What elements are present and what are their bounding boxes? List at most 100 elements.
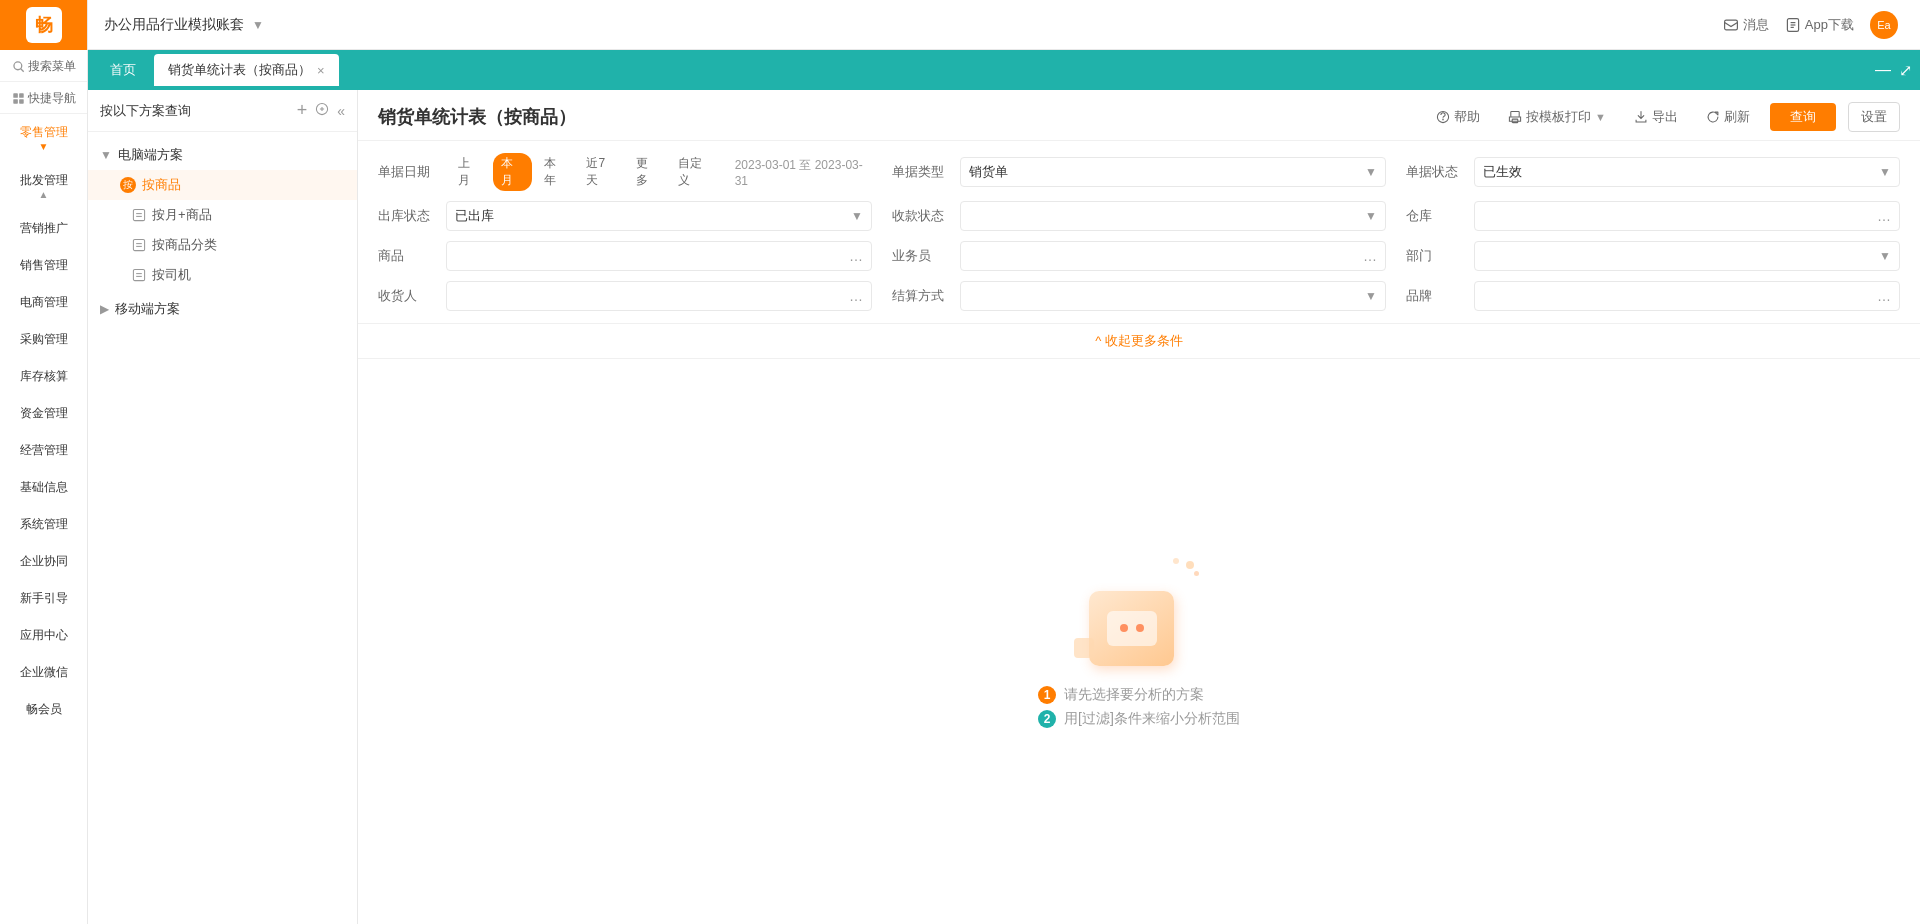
tree-item-product-label: 按商品	[142, 176, 181, 194]
minimize-button[interactable]: —	[1875, 61, 1891, 80]
industry-dropdown-icon[interactable]: ▼	[252, 18, 264, 32]
query-button[interactable]: 查询	[1770, 103, 1836, 131]
quick-nav-item[interactable]: 快捷导航	[0, 82, 87, 114]
doc-type-control[interactable]: 销货单 ▼	[960, 157, 1386, 187]
tree-item-product-category[interactable]: 按商品分类	[88, 230, 357, 260]
template-print-button[interactable]: 按模板打印 ▼	[1500, 104, 1614, 130]
receiver-control[interactable]: …	[446, 281, 872, 311]
tab-close-icon[interactable]: ×	[317, 63, 325, 78]
sidebar-item-retail[interactable]: 零售管理 ▼	[0, 114, 87, 162]
date-tab-7days[interactable]: 近7天	[578, 153, 623, 191]
salesperson-dots-icon[interactable]: …	[1363, 248, 1377, 264]
help-button[interactable]: 帮助	[1428, 104, 1488, 130]
tab-active[interactable]: 销货单统计表（按商品） ×	[154, 54, 339, 86]
doc-status-dropdown-icon: ▼	[1879, 165, 1891, 179]
page-actions: 帮助 按模板打印 ▼ 导出 刷新 查询	[1428, 102, 1900, 132]
user-menu[interactable]: Ea	[1870, 11, 1904, 39]
sidebar-item-basic[interactable]: 基础信息	[0, 469, 87, 506]
message-button[interactable]: 消息	[1723, 16, 1769, 34]
date-tab-this-month[interactable]: 本月	[493, 153, 532, 191]
sidebar-item-finance[interactable]: 资金管理	[0, 395, 87, 432]
tab-home[interactable]: 首页	[96, 54, 150, 86]
month-product-icon	[132, 208, 146, 222]
sidebar-item-guide[interactable]: 新手引导	[0, 580, 87, 617]
sidebar-item-appstore[interactable]: 应用中心	[0, 617, 87, 654]
svg-rect-6	[1724, 20, 1737, 30]
product-dots-icon[interactable]: …	[849, 248, 863, 264]
warehouse-dots-icon[interactable]: …	[1877, 208, 1891, 224]
date-tab-this-year[interactable]: 本年	[536, 153, 575, 191]
maximize-button[interactable]: ⤢	[1899, 61, 1912, 80]
sidebar-item-marketing[interactable]: 营销推广	[0, 210, 87, 247]
sidebar-search-item[interactable]: 搜索菜单	[0, 50, 87, 82]
sidebar-item-inventory[interactable]: 库存核算	[0, 358, 87, 395]
empty-hint-1: 1 请先选择要分析的方案	[1038, 686, 1240, 704]
tree-item-month-product[interactable]: 按月+商品	[88, 200, 357, 230]
filter-collect-status: 收款状态 ▼	[892, 201, 1386, 231]
date-tab-last-month[interactable]: 上月	[450, 153, 489, 191]
sidebar: 畅 搜索菜单 快捷导航 零售管理 ▼ 批发管理 ▲ 营销推广 销售管理 电商管理	[0, 0, 88, 924]
logo-icon: 畅	[26, 7, 62, 43]
brand-control[interactable]: …	[1474, 281, 1900, 311]
tree-group-pc-label: 电脑端方案	[118, 146, 183, 164]
date-tab-more[interactable]: 更多	[628, 153, 667, 191]
collapse-filter-button[interactable]: ^ 收起更多条件	[358, 324, 1920, 359]
tree-group-mobile-header[interactable]: ▶ 移动端方案	[88, 294, 357, 324]
svg-point-0	[13, 62, 21, 70]
collect-status-control[interactable]: ▼	[960, 201, 1386, 231]
refresh-icon	[1706, 110, 1720, 124]
sidebar-logo[interactable]: 畅	[0, 0, 87, 50]
scheme-collapse-button[interactable]: «	[337, 103, 345, 119]
sidebar-item-purchase[interactable]: 采购管理	[0, 321, 87, 358]
tree-item-month-product-label: 按月+商品	[152, 206, 212, 224]
tree-item-company-label: 按司机	[152, 266, 191, 284]
doc-status-control[interactable]: 已生效 ▼	[1474, 157, 1900, 187]
page-title: 销货单统计表（按商品）	[378, 105, 576, 129]
sidebar-item-wholesale[interactable]: 批发管理 ▲	[0, 162, 87, 210]
out-status-dropdown-icon: ▼	[851, 209, 863, 223]
sidebar-item-operation[interactable]: 经营管理	[0, 432, 87, 469]
search-menu-label: 搜索菜单	[28, 58, 76, 75]
quick-nav-label: 快捷导航	[28, 90, 76, 107]
refresh-button[interactable]: 刷新	[1698, 104, 1758, 130]
product-control[interactable]: …	[446, 241, 872, 271]
warehouse-control[interactable]: …	[1474, 201, 1900, 231]
sidebar-item-enterprise[interactable]: 企业协同	[0, 543, 87, 580]
print-dropdown-icon: ▼	[1595, 111, 1606, 123]
brand-dots-icon[interactable]: …	[1877, 288, 1891, 304]
tree-item-by-product[interactable]: 按 按商品	[88, 170, 357, 200]
filter-department: 部门 ▼	[1406, 241, 1900, 271]
search-icon	[12, 60, 25, 73]
doc-status-label: 单据状态	[1406, 163, 1466, 181]
filter-row-3: 商品 … 业务员 …	[378, 241, 1900, 271]
out-status-control[interactable]: 已出库 ▼	[446, 201, 872, 231]
filter-brand: 品牌 …	[1406, 281, 1900, 311]
department-control[interactable]: ▼	[1474, 241, 1900, 271]
sidebar-item-wechat[interactable]: 企业微信	[0, 654, 87, 691]
svg-rect-2	[13, 93, 18, 98]
tree-group-pc-header[interactable]: ▼ 电脑端方案	[88, 140, 357, 170]
tree-item-company[interactable]: 按司机	[88, 260, 357, 290]
hint-number-1: 1	[1038, 686, 1056, 704]
export-button[interactable]: 导出	[1626, 104, 1686, 130]
filter-receiver: 收货人 …	[378, 281, 872, 311]
filter-doc-type: 单据类型 销货单 ▼	[892, 157, 1386, 187]
date-tab-custom[interactable]: 自定义	[670, 153, 720, 191]
svg-rect-4	[13, 99, 18, 104]
help-icon	[1436, 110, 1450, 124]
out-status-value: 已出库	[455, 207, 847, 225]
tree-group-collapse-icon: ▼	[100, 148, 112, 162]
out-status-label: 出库状态	[378, 207, 438, 225]
sidebar-item-sales[interactable]: 销售管理	[0, 247, 87, 284]
salesperson-control[interactable]: …	[960, 241, 1386, 271]
scheme-panel-actions: + «	[297, 100, 345, 121]
scheme-edit-button[interactable]	[315, 102, 329, 119]
sidebar-item-ecommerce[interactable]: 电商管理	[0, 284, 87, 321]
settings-button[interactable]: 设置	[1848, 102, 1900, 132]
receiver-dots-icon[interactable]: …	[849, 288, 863, 304]
sidebar-item-system[interactable]: 系统管理	[0, 506, 87, 543]
app-download-button[interactable]: App下载	[1785, 16, 1854, 34]
scheme-add-button[interactable]: +	[297, 100, 308, 121]
payment-control[interactable]: ▼	[960, 281, 1386, 311]
sidebar-item-member[interactable]: 畅会员	[0, 691, 87, 728]
